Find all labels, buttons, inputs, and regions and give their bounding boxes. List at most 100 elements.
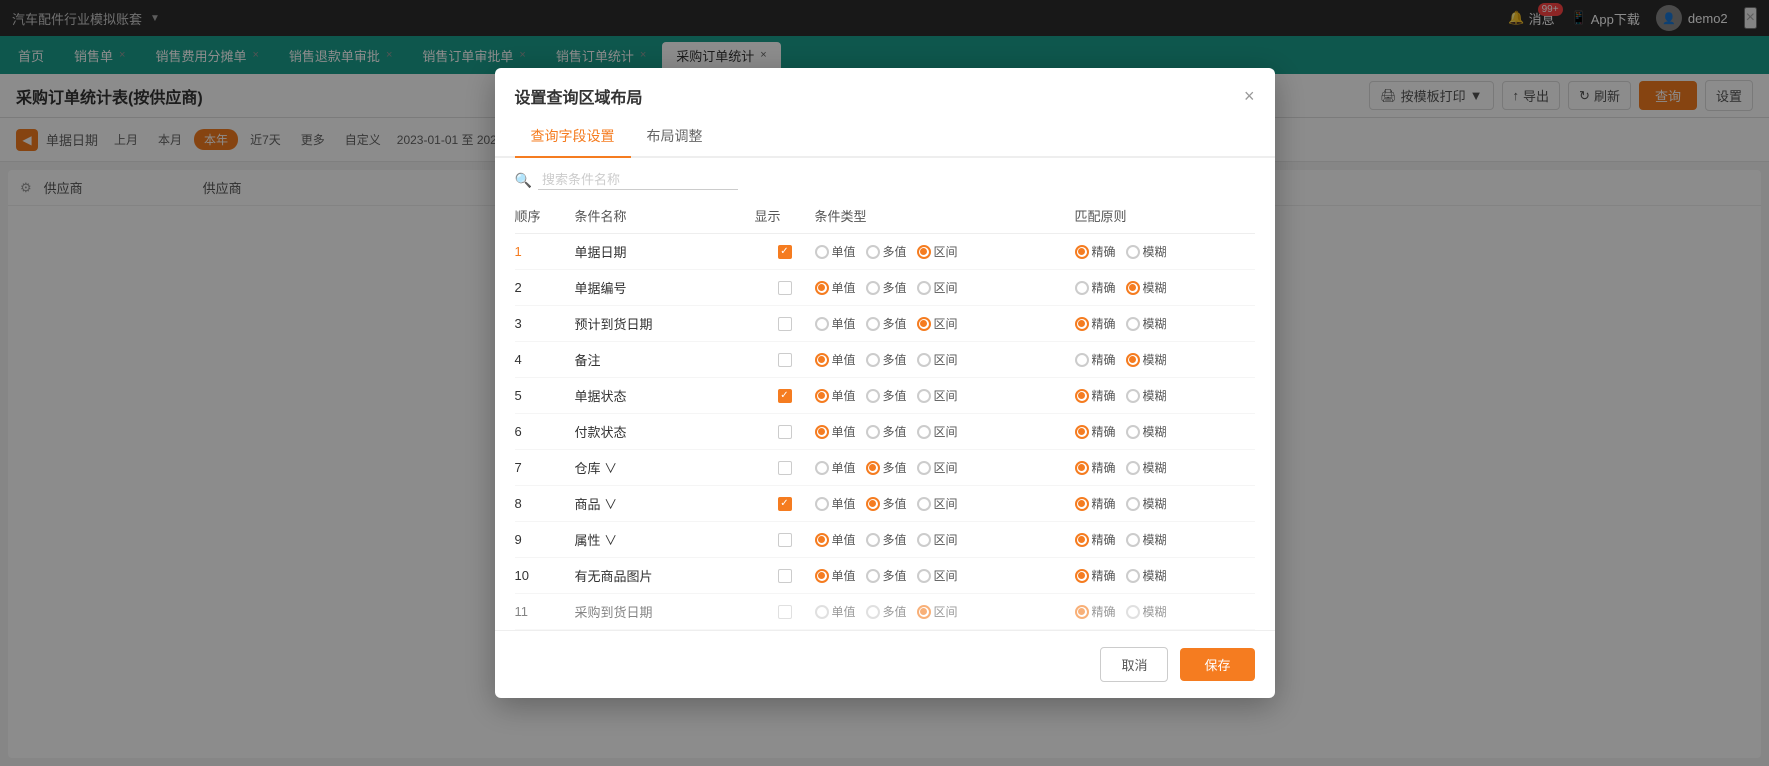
row-11-display[interactable] (755, 605, 815, 619)
row-11-type-range-radio[interactable] (917, 605, 931, 619)
row-3-type-multi-radio[interactable] (866, 317, 880, 331)
row-9-type-single-radio[interactable] (815, 533, 829, 547)
row-8-type-multi-radio[interactable] (866, 497, 880, 511)
row-8-display[interactable] (755, 497, 815, 511)
row-7-rule-fuzzy-radio[interactable] (1126, 461, 1140, 475)
row-10-type-multi-radio[interactable] (866, 569, 880, 583)
row-7-rule-fuzzy[interactable]: 模糊 (1126, 459, 1167, 476)
row-2-type-single[interactable]: 单值 (815, 279, 856, 296)
row-9-type-range-radio[interactable] (917, 533, 931, 547)
row-11-type-range[interactable]: 区间 (917, 603, 958, 620)
row-8-rule-exact[interactable]: 精确 (1075, 495, 1116, 512)
row-10-rule-exact-radio[interactable] (1075, 569, 1089, 583)
row-4-rule-exact-radio[interactable] (1075, 353, 1089, 367)
row-6-type-single[interactable]: 单值 (815, 423, 856, 440)
row-2-type-multi[interactable]: 多值 (866, 279, 907, 296)
save-button[interactable]: 保存 (1180, 648, 1254, 681)
dialog-tab-query-fields[interactable]: 查询字段设置 (515, 120, 631, 158)
row-3-rule-exact-radio[interactable] (1075, 317, 1089, 331)
row-6-checkbox[interactable] (778, 425, 792, 439)
row-1-rule-fuzzy[interactable]: 模糊 (1126, 243, 1167, 260)
row-4-type-single[interactable]: 单值 (815, 351, 856, 368)
row-11-rule-exact-radio[interactable] (1075, 605, 1089, 619)
row-2-rule-fuzzy[interactable]: 模糊 (1126, 279, 1167, 296)
row-5-type-single-radio[interactable] (815, 389, 829, 403)
cancel-button[interactable]: 取消 (1100, 647, 1168, 682)
row-2-type-range-radio[interactable] (917, 281, 931, 295)
row-9-type-multi[interactable]: 多值 (866, 531, 907, 548)
row-9-rule-exact-radio[interactable] (1075, 533, 1089, 547)
row-7-type-range[interactable]: 区间 (917, 459, 958, 476)
row-10-rule-fuzzy[interactable]: 模糊 (1126, 567, 1167, 584)
row-5-checkbox[interactable] (778, 389, 792, 403)
row-1-type-range[interactable]: 区间 (917, 243, 958, 260)
row-1-display[interactable] (755, 245, 815, 259)
row-1-type-multi[interactable]: 多值 (866, 243, 907, 260)
row-9-rule-fuzzy[interactable]: 模糊 (1126, 531, 1167, 548)
row-9-rule-exact[interactable]: 精确 (1075, 531, 1116, 548)
row-5-type-single[interactable]: 单值 (815, 387, 856, 404)
row-11-type-single[interactable]: 单值 (815, 603, 856, 620)
row-6-rule-fuzzy[interactable]: 模糊 (1126, 423, 1167, 440)
row-2-type-single-radio[interactable] (815, 281, 829, 295)
row-1-type-multi-radio[interactable] (866, 245, 880, 259)
row-7-type-single-radio[interactable] (815, 461, 829, 475)
row-6-rule-exact-radio[interactable] (1075, 425, 1089, 439)
row-9-checkbox[interactable] (778, 533, 792, 547)
row-2-type-multi-radio[interactable] (866, 281, 880, 295)
row-10-type-single[interactable]: 单值 (815, 567, 856, 584)
row-11-rule-fuzzy[interactable]: 模糊 (1126, 603, 1167, 620)
row-6-type-multi[interactable]: 多值 (866, 423, 907, 440)
row-5-type-range-radio[interactable] (917, 389, 931, 403)
row-10-type-multi[interactable]: 多值 (866, 567, 907, 584)
row-4-checkbox[interactable] (778, 353, 792, 367)
row-6-rule-exact[interactable]: 精确 (1075, 423, 1116, 440)
row-5-rule-fuzzy-radio[interactable] (1126, 389, 1140, 403)
dialog-close-button[interactable]: × (1244, 86, 1255, 107)
row-8-checkbox[interactable] (778, 497, 792, 511)
row-7-rule-exact-radio[interactable] (1075, 461, 1089, 475)
row-8-type-single-radio[interactable] (815, 497, 829, 511)
row-3-display[interactable] (755, 317, 815, 331)
dialog-tab-layout[interactable]: 布局调整 (631, 120, 719, 158)
row-3-type-single[interactable]: 单值 (815, 315, 856, 332)
row-4-type-range[interactable]: 区间 (917, 351, 958, 368)
row-7-type-single[interactable]: 单值 (815, 459, 856, 476)
row-10-rule-fuzzy-radio[interactable] (1126, 569, 1140, 583)
row-11-type-multi[interactable]: 多值 (866, 603, 907, 620)
row-3-rule-exact[interactable]: 精确 (1075, 315, 1116, 332)
row-10-type-single-radio[interactable] (815, 569, 829, 583)
row-5-rule-exact[interactable]: 精确 (1075, 387, 1116, 404)
row-3-type-single-radio[interactable] (815, 317, 829, 331)
modal-overlay[interactable]: 设置查询区域布局 × 查询字段设置 布局调整 🔍 顺序 条件名称 显示 条件类型 (0, 0, 1769, 766)
row-3-type-range-radio[interactable] (917, 317, 931, 331)
row-5-type-range[interactable]: 区间 (917, 387, 958, 404)
row-9-type-range[interactable]: 区间 (917, 531, 958, 548)
search-input[interactable] (538, 170, 738, 190)
row-11-rule-fuzzy-radio[interactable] (1126, 605, 1140, 619)
row-2-rule-fuzzy-radio[interactable] (1126, 281, 1140, 295)
row-3-rule-fuzzy-radio[interactable] (1126, 317, 1140, 331)
row-1-checkbox[interactable] (778, 245, 792, 259)
row-4-type-multi[interactable]: 多值 (866, 351, 907, 368)
row-7-type-range-radio[interactable] (917, 461, 931, 475)
row-5-display[interactable] (755, 389, 815, 403)
row-7-rule-exact[interactable]: 精确 (1075, 459, 1116, 476)
row-1-rule-fuzzy-radio[interactable] (1126, 245, 1140, 259)
row-3-checkbox[interactable] (778, 317, 792, 331)
row-11-checkbox[interactable] (778, 605, 792, 619)
row-5-type-multi-radio[interactable] (866, 389, 880, 403)
row-8-rule-exact-radio[interactable] (1075, 497, 1089, 511)
row-1-type-single-radio[interactable] (815, 245, 829, 259)
row-4-type-range-radio[interactable] (917, 353, 931, 367)
row-4-rule-exact[interactable]: 精确 (1075, 351, 1116, 368)
row-5-type-multi[interactable]: 多值 (866, 387, 907, 404)
row-9-display[interactable] (755, 533, 815, 547)
row-8-type-range-radio[interactable] (917, 497, 931, 511)
row-2-type-range[interactable]: 区间 (917, 279, 958, 296)
row-1-type-range-radio[interactable] (917, 245, 931, 259)
row-11-type-single-radio[interactable] (815, 605, 829, 619)
row-3-rule-fuzzy[interactable]: 模糊 (1126, 315, 1167, 332)
row-4-type-multi-radio[interactable] (866, 353, 880, 367)
row-5-rule-fuzzy[interactable]: 模糊 (1126, 387, 1167, 404)
